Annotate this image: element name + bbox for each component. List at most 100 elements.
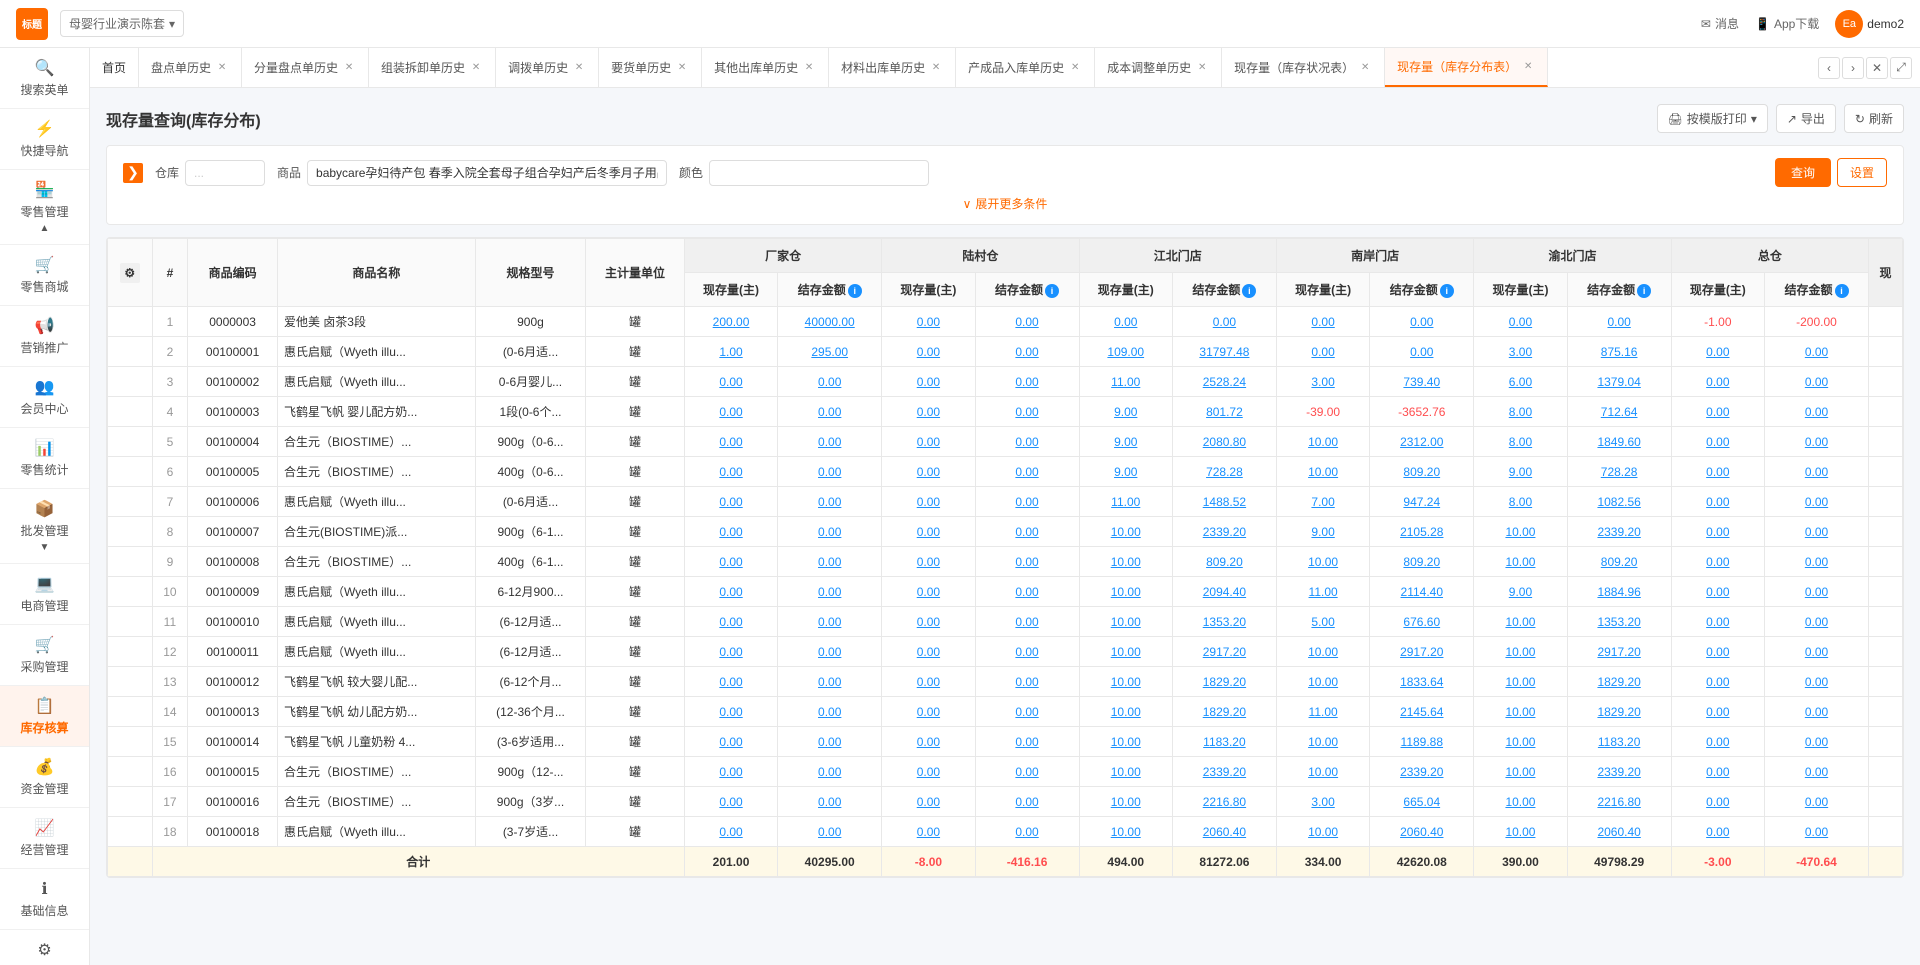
cell-value[interactable]: 9.00 <box>1114 465 1137 479</box>
cell-value[interactable]: 1183.20 <box>1598 735 1641 749</box>
cell-value[interactable]: 2060.40 <box>1400 825 1443 839</box>
tab-stock-dist[interactable]: 现存量（库存分布表） ✕ <box>1385 48 1548 87</box>
cell-value[interactable]: 10.00 <box>1111 825 1141 839</box>
cell-value[interactable]: 809.20 <box>1206 555 1243 569</box>
cell-value[interactable]: 1833.64 <box>1400 675 1443 689</box>
cell-value[interactable]: 10.00 <box>1308 435 1338 449</box>
sidebar-item-search[interactable]: 🔍 搜索英单 <box>0 48 89 109</box>
export-btn[interactable]: ↗ 导出 <box>1776 104 1836 133</box>
cell-value[interactable]: 1353.20 <box>1203 615 1246 629</box>
cell-value[interactable]: 2339.20 <box>1203 765 1246 779</box>
cell-value[interactable]: 7.00 <box>1311 495 1334 509</box>
cell-value[interactable]: 1829.20 <box>1597 675 1640 689</box>
col-settings-header[interactable]: ⚙ <box>108 239 153 307</box>
cell-value[interactable]: 10.00 <box>1308 735 1338 749</box>
sidebar-item-ecom[interactable]: 💻 电商管理 <box>0 564 89 625</box>
cell-value[interactable]: 676.60 <box>1403 615 1440 629</box>
cell-value[interactable]: 10.00 <box>1111 555 1141 569</box>
cell-value[interactable]: 2917.20 <box>1400 645 1443 659</box>
cell-value[interactable]: 9.00 <box>1311 525 1334 539</box>
cell-value[interactable]: 3.00 <box>1311 375 1334 389</box>
cell-value[interactable]: -39.00 <box>1306 405 1340 419</box>
cell-value[interactable]: 2917.20 <box>1597 645 1640 659</box>
cell-value[interactable]: 10.00 <box>1111 585 1141 599</box>
cell-value[interactable]: 2216.80 <box>1597 795 1640 809</box>
tab-close-all-btn[interactable]: ✕ <box>1866 57 1888 79</box>
cell-value[interactable]: 10.00 <box>1308 765 1338 779</box>
cell-value[interactable]: 2114.40 <box>1401 585 1444 599</box>
tab-prev-btn[interactable]: ‹ <box>1818 57 1840 79</box>
cell-value[interactable]: 3.00 <box>1311 795 1334 809</box>
sidebar-item-quicknav[interactable]: ⚡ 快捷导航 <box>0 109 89 170</box>
tab-close-stock-status[interactable]: ✕ <box>1358 61 1372 75</box>
cell-value[interactable]: 2917.20 <box>1203 645 1246 659</box>
cell-value[interactable]: 10.00 <box>1505 675 1535 689</box>
cell-value[interactable]: 2145.64 <box>1400 705 1443 719</box>
cell-value[interactable]: 2094.40 <box>1203 585 1246 599</box>
sidebar-item-wholesale[interactable]: 📦 批发管理 ▼ <box>0 489 89 564</box>
cell-value[interactable]: 10.00 <box>1505 645 1535 659</box>
cell-value[interactable]: 801.72 <box>1206 405 1243 419</box>
cell-value[interactable]: 2339.20 <box>1597 525 1640 539</box>
cell-value[interactable]: 8.00 <box>1509 495 1532 509</box>
cell-value[interactable]: 1849.60 <box>1597 435 1640 449</box>
tab-stock-status[interactable]: 现存量（库存状况表） ✕ <box>1222 48 1385 87</box>
cell-value[interactable]: 11.00 <box>1111 375 1140 389</box>
tab-close-stocktake[interactable]: ✕ <box>215 61 229 75</box>
tab-home[interactable]: 首页 <box>90 48 139 87</box>
cell-value[interactable]: 10.00 <box>1505 555 1535 569</box>
cell-value[interactable]: 10.00 <box>1111 615 1141 629</box>
cell-value[interactable]: 10.00 <box>1308 675 1338 689</box>
sidebar-item-member[interactable]: 👥 会员中心 <box>0 367 89 428</box>
refresh-btn[interactable]: ↻ 刷新 <box>1844 104 1904 133</box>
tab-close-transfer[interactable]: ✕ <box>572 61 586 75</box>
tab-expand-btn[interactable]: ⤢ <box>1890 57 1912 79</box>
tab-close-material[interactable]: ✕ <box>929 61 943 75</box>
cell-value[interactable]: 1829.20 <box>1597 705 1640 719</box>
color-input[interactable] <box>709 160 929 186</box>
tab-close-assemble[interactable]: ✕ <box>469 61 483 75</box>
cell-value[interactable]: 712.64 <box>1601 405 1638 419</box>
industry-selector[interactable]: 母婴行业演示陈套 ▾ <box>60 10 184 37</box>
cell-value[interactable]: 295.00 <box>811 345 848 359</box>
tab-close-partial[interactable]: ✕ <box>342 61 356 75</box>
cell-value[interactable]: 9.00 <box>1509 585 1532 599</box>
cell-value[interactable]: 809.20 <box>1403 555 1440 569</box>
cell-value[interactable]: 10.00 <box>1111 735 1141 749</box>
cell-value[interactable]: 1829.20 <box>1203 675 1246 689</box>
yubei-amt-info[interactable]: i <box>1637 284 1651 298</box>
cell-value[interactable]: 1189.88 <box>1401 735 1444 749</box>
cell-value[interactable]: 728.28 <box>1601 465 1638 479</box>
cell-value[interactable]: 2339.20 <box>1597 765 1640 779</box>
cell-value[interactable]: 9.00 <box>1114 405 1137 419</box>
cell-value[interactable]: 10.00 <box>1111 795 1141 809</box>
cell-value[interactable]: 1082.56 <box>1597 495 1640 509</box>
sidebar-item-basic[interactable]: ℹ 基础信息 <box>0 869 89 930</box>
user-area[interactable]: Ea demo2 <box>1835 10 1904 38</box>
cell-value[interactable]: 10.00 <box>1308 825 1338 839</box>
cell-value[interactable]: 10.00 <box>1111 645 1141 659</box>
print-btn[interactable]: 🖨 按模版打印 ▾ <box>1657 104 1768 133</box>
cell-value[interactable]: 2105.28 <box>1400 525 1443 539</box>
cell-value[interactable]: 665.04 <box>1403 795 1440 809</box>
tab-other-out[interactable]: 其他出库单历史 ✕ <box>702 48 829 87</box>
cell-value[interactable]: 10.00 <box>1505 825 1535 839</box>
cell-value[interactable]: 1488.52 <box>1203 495 1246 509</box>
cell-value[interactable]: 5.00 <box>1311 615 1334 629</box>
sidebar-item-marketing[interactable]: 📢 营销推广 <box>0 306 89 367</box>
total-amt-info[interactable]: i <box>1835 284 1849 298</box>
cell-value[interactable]: 2312.00 <box>1400 435 1443 449</box>
cell-value[interactable]: 3.00 <box>1509 345 1532 359</box>
sidebar-item-finance[interactable]: 💰 资金管理 <box>0 747 89 808</box>
sidebar-item-purchase[interactable]: 🛒 采购管理 <box>0 625 89 686</box>
cell-value[interactable]: 31797.48 <box>1199 345 1249 359</box>
cell-value[interactable]: 10.00 <box>1505 705 1535 719</box>
cell-value[interactable]: 1353.20 <box>1597 615 1640 629</box>
message-btn[interactable]: ✉ 消息 <box>1701 15 1739 32</box>
cell-value[interactable]: 10.00 <box>1308 555 1338 569</box>
sidebar-item-mall[interactable]: 🛒 零售商城 <box>0 245 89 306</box>
cell-value[interactable]: 739.40 <box>1403 375 1440 389</box>
cell-value[interactable]: 10.00 <box>1111 705 1141 719</box>
cell-value[interactable]: 8.00 <box>1509 405 1532 419</box>
cell-value[interactable]: 40000.00 <box>805 315 855 329</box>
